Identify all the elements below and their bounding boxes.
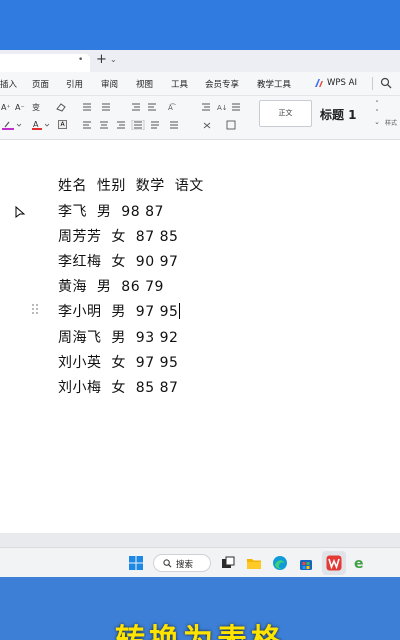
style-heading-1[interactable]: 标题 1 (320, 106, 357, 123)
svg-text:A: A (33, 120, 39, 129)
clear-format-icon[interactable] (55, 102, 67, 112)
wps-office-icon[interactable] (326, 555, 342, 571)
menu-member[interactable]: 会员专享 (205, 78, 239, 90)
drag-handle-icon[interactable] (31, 303, 39, 315)
paragraph-tools-row[interactable]: A͡ A↓ (82, 102, 252, 112)
taskbar-search[interactable]: 搜索 (153, 554, 211, 572)
wps-ai-icon (315, 79, 323, 87)
doc-line-4[interactable]: 黄海 男 86 79 (58, 276, 164, 296)
menu-references[interactable]: 引用 (66, 78, 83, 90)
doc-line-5-text: 李小明 男 97 95 (58, 304, 179, 320)
doc-line-5[interactable]: 李小明 男 97 95 (58, 301, 181, 321)
menu-view[interactable]: 视图 (136, 78, 153, 90)
menu-wps-ai[interactable]: WPS AI (327, 78, 357, 88)
char-shading-icon[interactable]: A (58, 120, 67, 129)
menu-teaching-tools[interactable]: 教学工具 (257, 78, 291, 90)
taskbar-search-label: 搜索 (176, 560, 194, 570)
doc-line-1[interactable]: 李飞 男 98 87 (58, 201, 164, 221)
search-icon (163, 559, 172, 568)
menu-review[interactable]: 审阅 (101, 78, 118, 90)
alignment-tools-row[interactable] (82, 120, 252, 130)
status-strip (0, 533, 400, 547)
task-view-icon[interactable] (220, 555, 236, 571)
style-gallery-scroll[interactable]: ˄ ˅ ⌄ (373, 100, 381, 128)
doc-line-2[interactable]: 周芳芳 女 87 85 (58, 226, 178, 246)
top-banner (0, 0, 400, 50)
doc-line-header[interactable]: 姓名 性别 数学 语文 (58, 175, 204, 195)
doc-line-7[interactable]: 刘小英 女 97 95 (58, 352, 178, 372)
search-icon[interactable] (380, 77, 392, 89)
new-tab-button[interactable]: + (96, 52, 107, 67)
menu-tools[interactable]: 工具 (171, 78, 188, 90)
svg-text:A͡: A͡ (168, 103, 177, 112)
store-icon[interactable] (298, 555, 314, 571)
font-color-icon[interactable]: A (32, 120, 52, 130)
doc-line-3[interactable]: 李红梅 女 90 97 (58, 251, 178, 271)
mouse-cursor-icon (15, 206, 25, 218)
ribbon-toolbar: A⁺ A⁻ 变 A A A͡ A↓ 正文 标题 1 ˄ ˅ ⌄ 样式 (0, 96, 400, 140)
font-grow-button[interactable]: A⁺ (1, 103, 11, 113)
windows-start-icon[interactable] (128, 555, 144, 571)
video-caption: 转换为表格 (0, 626, 400, 640)
menu-insert[interactable]: 插入 (0, 78, 17, 90)
document-tab[interactable]: • (0, 54, 90, 72)
text-caret (179, 303, 181, 319)
menu-page[interactable]: 页面 (32, 78, 49, 90)
style-normal[interactable]: 正文 (259, 100, 312, 127)
tab-strip: • + ⌄ (0, 50, 400, 72)
doc-line-6[interactable]: 周海飞 男 93 92 (58, 327, 178, 347)
doc-line-8[interactable]: 刘小梅 女 85 87 (58, 377, 178, 397)
phonetic-guide-button[interactable]: 变 (32, 103, 40, 113)
menu-divider (372, 77, 373, 90)
tab-list-chevron-icon[interactable]: ⌄ (110, 55, 117, 64)
svg-text:e: e (354, 556, 364, 571)
edge-browser-icon[interactable] (272, 555, 288, 571)
svg-text:A↓: A↓ (217, 104, 228, 112)
file-explorer-icon[interactable] (246, 555, 262, 571)
menu-bar: 插入 页面 引用 审阅 视图 工具 会员专享 教学工具 WPS AI (0, 72, 400, 96)
styles-label[interactable]: 样式 (385, 118, 397, 127)
browser-e-icon[interactable]: e (352, 555, 368, 571)
taskbar: 搜索 e (0, 547, 400, 577)
font-shrink-button[interactable]: A⁻ (15, 103, 25, 113)
tab-close-icon[interactable]: • (78, 55, 83, 65)
highlight-color-icon[interactable] (2, 120, 24, 130)
